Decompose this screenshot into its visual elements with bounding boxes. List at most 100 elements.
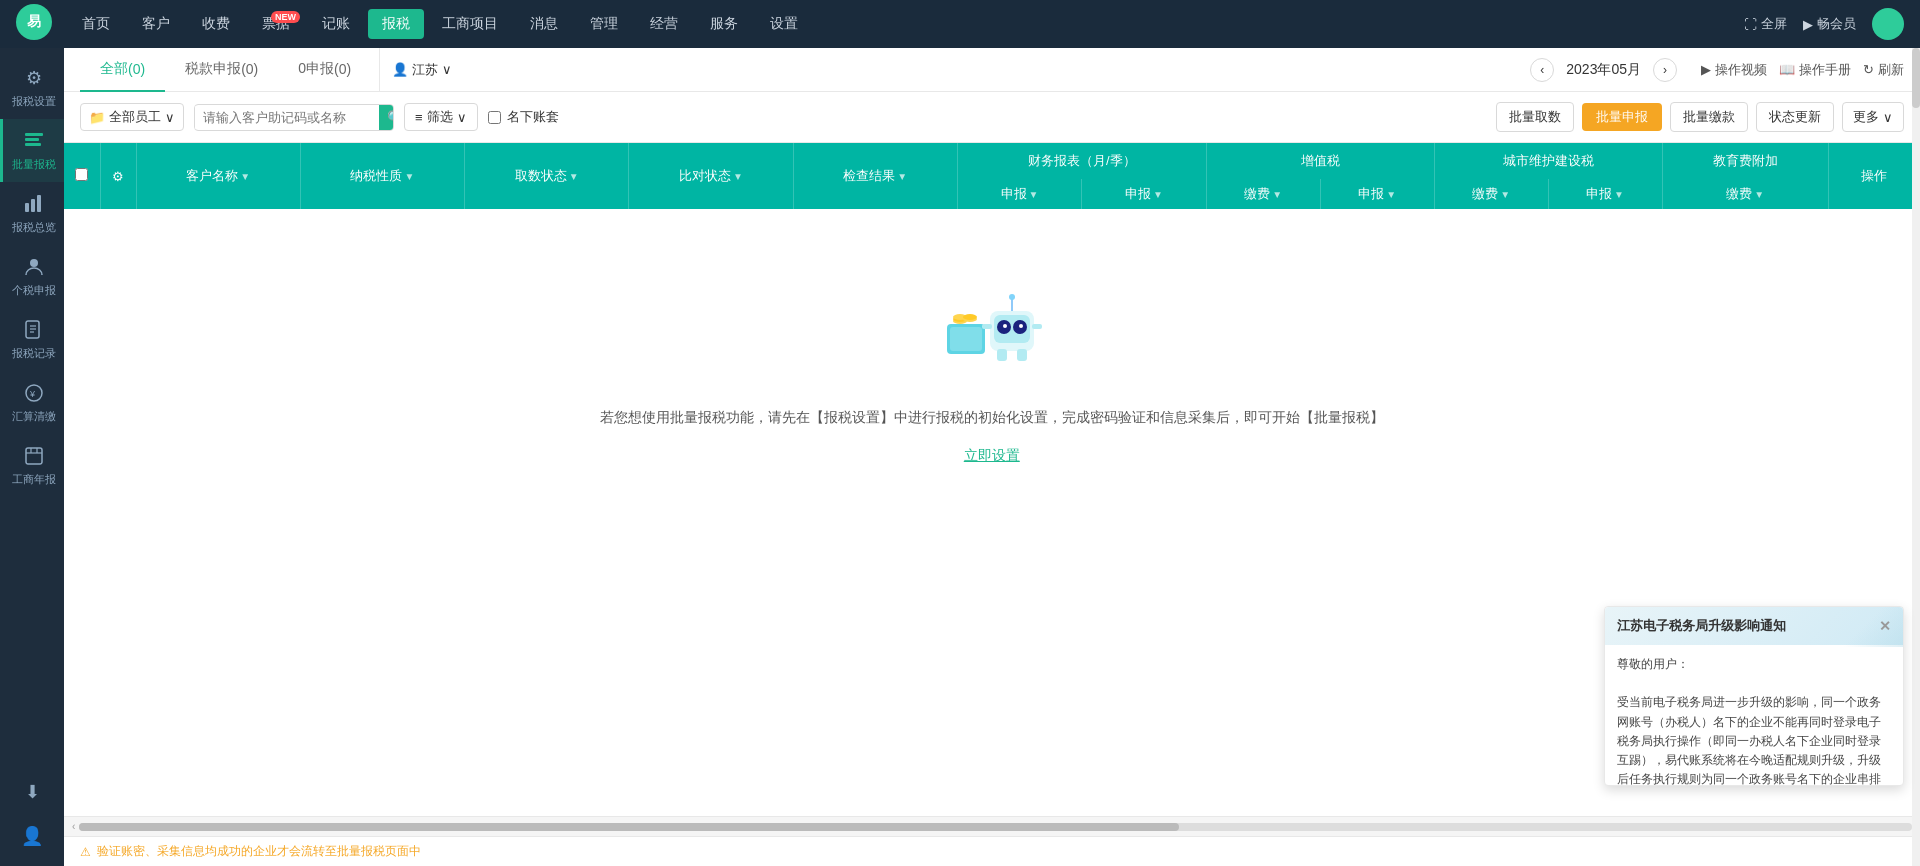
tab-all[interactable]: 全部(0) xyxy=(80,48,165,92)
top-nav: 易 首页 客户 收费 票据 NEW 记账 报税 工商项目 消息 管理 经营 服务… xyxy=(0,0,1920,48)
horizontal-scrollbar[interactable] xyxy=(79,823,1912,831)
sub-account-checkbox-label[interactable]: 名下账套 xyxy=(488,108,559,126)
sidebar: ⚙ 报税设置 批量报税 报税总览 个税申报 xyxy=(0,48,64,866)
col-fetch-status: 取数状态 ▼ xyxy=(465,143,629,209)
robot-illustration xyxy=(932,269,1052,389)
operation-video-button[interactable]: ▶ 操作视频 xyxy=(1701,61,1767,79)
scrollbar-thumb xyxy=(79,823,1179,831)
filter-fin-declare: ▼ xyxy=(1029,189,1039,200)
filter-city-pay: ▼ xyxy=(1500,189,1510,200)
nav-message[interactable]: 消息 xyxy=(516,9,572,39)
nav-tax[interactable]: 报税 xyxy=(368,9,424,39)
search-button[interactable]: 🔍 xyxy=(379,105,394,130)
date-prev-button[interactable]: ‹ xyxy=(1530,58,1554,82)
nav-manage[interactable]: 管理 xyxy=(576,9,632,39)
filter-edu-pay: ▼ xyxy=(1754,189,1764,200)
member-button[interactable]: ▶ 畅会员 xyxy=(1803,15,1856,33)
sidebar-tax-records[interactable]: 报税记录 xyxy=(0,308,64,371)
svg-rect-13 xyxy=(26,448,42,464)
toolbar: 📁 全部员工 ∨ 🔍 ≡ 筛选 ∨ 名下账套 批量取数 批量申报 批量缴款 状态… xyxy=(64,92,1920,143)
right-scrollbar-thumb xyxy=(1912,48,1920,108)
nav-fee[interactable]: 收费 xyxy=(188,9,244,39)
filter-icon-name: ▼ xyxy=(240,171,250,182)
notification-content: 受当前电子税务局进一步升级的影响，同一个政务网账号（办税人）名下的企业不能再同时… xyxy=(1617,693,1891,785)
more-chevron-icon: ∨ xyxy=(1883,110,1893,125)
filter-edu-declare: ▼ xyxy=(1614,189,1624,200)
filter-icon-fetch: ▼ xyxy=(569,171,579,182)
table-header-row1: ⚙ 客户名称 ▼ 纳税性质 ▼ xyxy=(64,143,1920,179)
sidebar-annual-report[interactable]: 工商年报 xyxy=(0,434,64,497)
fullscreen-button[interactable]: ⛶ 全屏 xyxy=(1744,15,1787,33)
gear-icon[interactable]: ⚙ xyxy=(112,169,124,184)
refresh-button[interactable]: ↻ 刷新 xyxy=(1863,61,1904,79)
svg-rect-34 xyxy=(997,349,1007,361)
filter-icon: ≡ xyxy=(415,110,423,125)
data-table: ⚙ 客户名称 ▼ 纳税性质 ▼ xyxy=(64,143,1920,525)
batch-declare-button[interactable]: 批量申报 xyxy=(1582,103,1662,131)
nav-customer[interactable]: 客户 xyxy=(128,9,184,39)
col-tax-type: 纳税性质 ▼ xyxy=(300,143,464,209)
filter-city-declare: ▼ xyxy=(1386,189,1396,200)
nav-commerce[interactable]: 工商项目 xyxy=(428,9,512,39)
setup-link[interactable]: 立即设置 xyxy=(964,447,1020,465)
svg-rect-2 xyxy=(25,143,41,146)
tab-tax-declare[interactable]: 税款申报(0) xyxy=(165,48,278,92)
filter-chevron-icon: ∨ xyxy=(457,110,467,125)
folder-icon: 📁 xyxy=(89,110,105,125)
sidebar-batch-tax[interactable]: 批量报税 xyxy=(0,119,64,182)
fullscreen-icon: ⛶ xyxy=(1744,17,1757,32)
filter-button[interactable]: ≡ 筛选 ∨ xyxy=(404,103,478,131)
new-badge: NEW xyxy=(271,11,300,23)
sidebar-tax-overview[interactable]: 报税总览 xyxy=(0,182,64,245)
svg-rect-1 xyxy=(25,138,39,141)
more-button[interactable]: 更多 ∨ xyxy=(1842,102,1904,132)
svg-rect-0 xyxy=(25,133,43,136)
right-scrollbar[interactable] xyxy=(1912,48,1920,866)
status-text: 验证账密、采集信息均成功的企业才会流转至批量报税页面中 xyxy=(97,843,421,860)
svg-rect-18 xyxy=(950,327,982,351)
sub-account-checkbox[interactable] xyxy=(488,111,501,124)
left-scroll-arrow[interactable]: ‹ xyxy=(72,821,75,832)
notification-title: 江苏电子税务局升级影响通知 xyxy=(1617,617,1786,635)
nav-home[interactable]: 首页 xyxy=(68,9,124,39)
nav-settings[interactable]: 设置 xyxy=(756,9,812,39)
tab-right-actions: ▶ 操作视频 📖 操作手册 ↻ 刷新 xyxy=(1701,61,1904,79)
sidebar-settlement[interactable]: ¥ 汇算清缴 xyxy=(0,371,64,434)
notification-close-button[interactable]: ✕ xyxy=(1879,618,1891,634)
operation-manual-button[interactable]: 📖 操作手册 xyxy=(1779,61,1851,79)
nav-operation[interactable]: 经营 xyxy=(636,9,692,39)
col-city-declare: 申报 ▼ xyxy=(1320,179,1434,209)
tab-zero-declare[interactable]: 0申报(0) xyxy=(278,48,371,92)
tax-settings-icon: ⚙ xyxy=(22,66,46,90)
filter-icon-check: ▼ xyxy=(897,171,907,182)
col-financial-declare: 申报 ▼ xyxy=(957,179,1081,209)
nav-ticket[interactable]: 票据 NEW xyxy=(248,9,304,39)
sidebar-profile-icon[interactable]: 👤 xyxy=(14,818,50,854)
nav-service[interactable]: 服务 xyxy=(696,9,752,39)
search-input[interactable] xyxy=(195,106,379,129)
sidebar-download-icon[interactable]: ⬇ xyxy=(14,774,50,810)
region-icon: 👤 xyxy=(392,62,408,77)
sidebar-bottom: ⬇ 👤 xyxy=(14,774,50,866)
empty-state: 若您想使用批量报税功能，请先在【报税设置】中进行报税的初始化设置，完成密码验证和… xyxy=(64,209,1920,525)
search-icon: 🔍 xyxy=(387,110,394,125)
user-avatar[interactable] xyxy=(1872,8,1904,40)
svg-rect-35 xyxy=(1017,349,1027,361)
app-logo[interactable]: 易 xyxy=(16,4,56,44)
filter-vat-declare: ▼ xyxy=(1153,189,1163,200)
col-operation: 操作 xyxy=(1828,143,1919,209)
status-update-button[interactable]: 状态更新 xyxy=(1756,102,1834,132)
sidebar-personal-tax[interactable]: 个税申报 xyxy=(0,245,64,308)
sidebar-tax-settings[interactable]: ⚙ 报税设置 xyxy=(0,56,64,119)
select-all-checkbox[interactable] xyxy=(75,168,88,181)
batch-pay-button[interactable]: 批量缴款 xyxy=(1670,102,1748,132)
nav-accounting[interactable]: 记账 xyxy=(308,9,364,39)
col-vat: 增值税 xyxy=(1206,143,1434,179)
col-vat-pay: 缴费 ▼ xyxy=(1206,179,1320,209)
batch-get-button[interactable]: 批量取数 xyxy=(1496,102,1574,132)
date-next-button[interactable]: › xyxy=(1653,58,1677,82)
employee-selector[interactable]: 📁 全部员工 ∨ xyxy=(80,103,184,131)
col-check-result: 检查结果 ▼ xyxy=(793,143,957,209)
region-selector[interactable]: 👤 江苏 ∨ xyxy=(379,48,464,92)
svg-rect-5 xyxy=(37,195,41,212)
